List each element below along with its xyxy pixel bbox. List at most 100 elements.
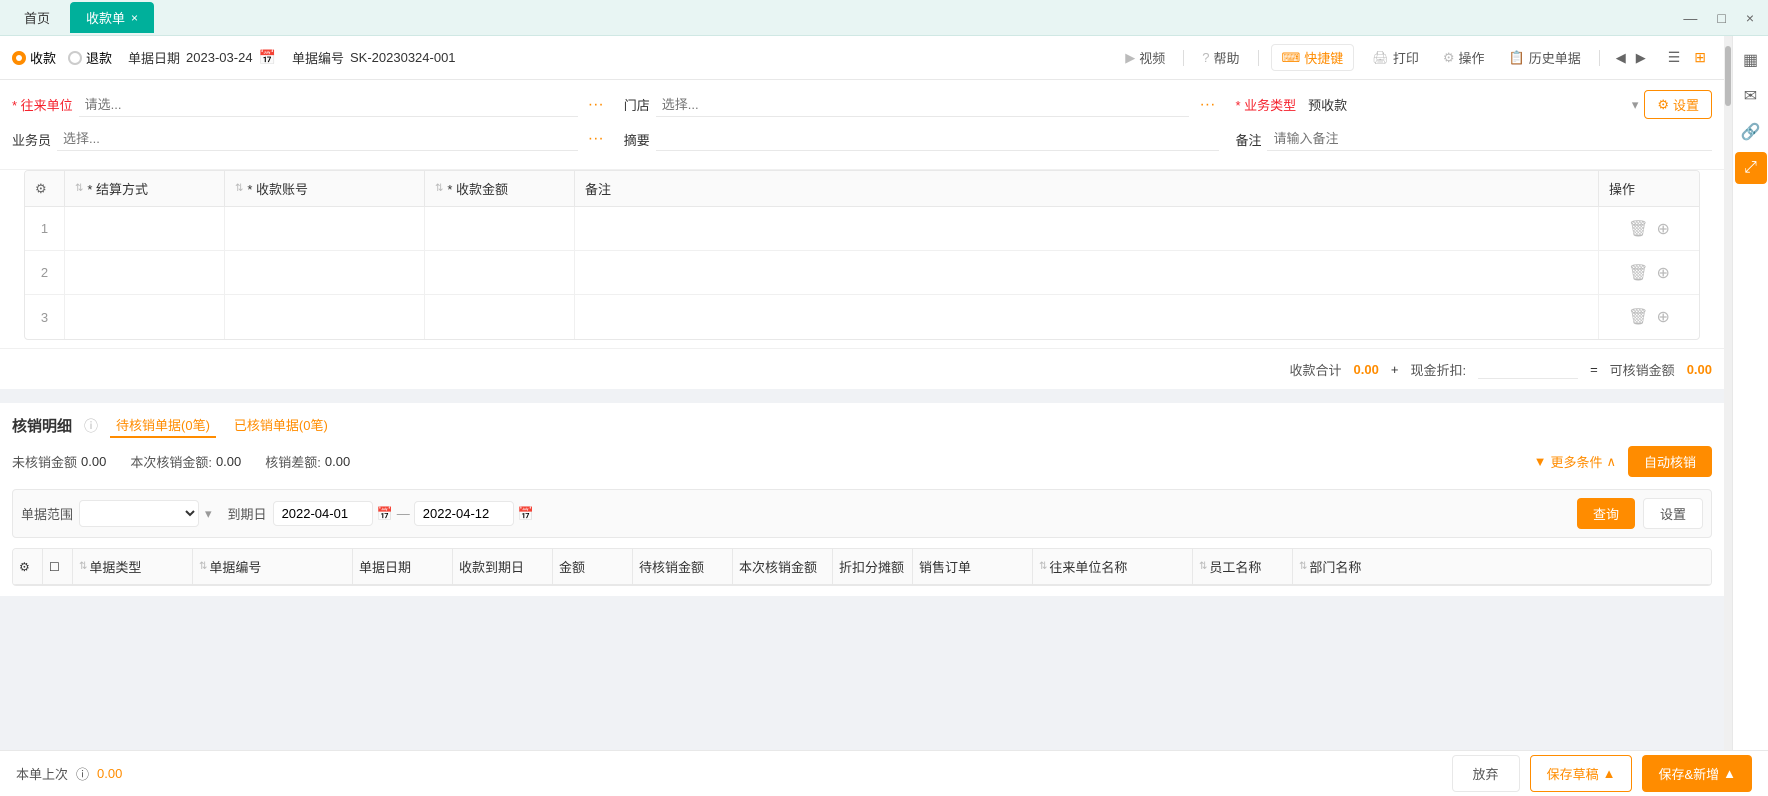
- done-tab[interactable]: 已核销单据(0笔): [228, 413, 334, 438]
- tab-home[interactable]: 首页: [8, 2, 66, 33]
- pending-tab[interactable]: 待核销单据(0笔): [110, 413, 216, 438]
- tab-active[interactable]: 收款单 ×: [70, 2, 154, 33]
- col-amount-label: * 收款金额: [447, 179, 508, 198]
- save-new-arrow[interactable]: ▲: [1723, 766, 1736, 781]
- close-btn[interactable]: ×: [1740, 8, 1760, 28]
- td-amount-3[interactable]: [425, 295, 575, 339]
- store-more-btn[interactable]: ···: [1195, 96, 1219, 114]
- number-value[interactable]: SK-20230324-001: [350, 50, 456, 65]
- scroll-thumb[interactable]: [1725, 46, 1731, 106]
- discard-btn[interactable]: 放弃: [1452, 755, 1520, 792]
- detail-th-gear[interactable]: ⚙: [13, 549, 43, 584]
- range-dropdown-icon[interactable]: ▾: [205, 506, 212, 522]
- settings-button[interactable]: ⚙ 设置: [1644, 90, 1712, 119]
- operate-btn[interactable]: ⚙ 操作: [1437, 46, 1491, 69]
- search-action-btns: 查询 设置: [1577, 498, 1703, 529]
- table-gear-header[interactable]: ⚙: [25, 171, 65, 206]
- form-row-1: * 往来单位 ··· 门店 ··· * 业务类型 预收款 ▾ ⚙ 设置: [12, 90, 1712, 119]
- range-select[interactable]: [79, 500, 199, 527]
- help-label: 帮助: [1214, 48, 1240, 67]
- layout-grid-btn[interactable]: ⊞: [1688, 47, 1712, 68]
- sort-icon-number[interactable]: ⇅: [199, 561, 207, 572]
- business-type-dropdown-icon[interactable]: ▾: [1632, 97, 1639, 113]
- prev-btn[interactable]: ◀: [1612, 48, 1630, 68]
- sort-icon-counterpart[interactable]: ⇅: [1039, 561, 1047, 572]
- td-remark-2[interactable]: [575, 251, 1599, 294]
- maximize-btn[interactable]: □: [1711, 8, 1731, 28]
- bottom-info-icon[interactable]: ⓘ: [76, 764, 89, 783]
- copy-icon-3[interactable]: ⊕: [1656, 307, 1669, 327]
- table-row: 1 🗑 ⊕: [25, 207, 1699, 251]
- td-settlement-2[interactable]: [65, 251, 225, 294]
- help-btn[interactable]: ? 帮助: [1196, 46, 1245, 69]
- business-type-value[interactable]: 预收款: [1302, 91, 1626, 118]
- staff-more-btn[interactable]: ···: [584, 130, 608, 148]
- sort-icon-amount[interactable]: ⇅: [435, 183, 443, 194]
- store-input[interactable]: [656, 93, 1190, 117]
- discount-input[interactable]: [1478, 359, 1578, 379]
- tab-bar: 首页 收款单 × — □ ×: [0, 0, 1768, 36]
- th-action: 操作: [1599, 171, 1699, 206]
- radio-shou[interactable]: 收款: [12, 48, 56, 67]
- td-amount-1[interactable]: [425, 207, 575, 250]
- sort-icon-account[interactable]: ⇅: [235, 183, 243, 194]
- copy-icon-2[interactable]: ⊕: [1656, 263, 1669, 283]
- sidebar-table-icon[interactable]: ▦: [1735, 44, 1767, 76]
- col-counterpart-label: 往来单位名称: [1049, 557, 1127, 576]
- current-ver-value: 0.00: [216, 454, 241, 469]
- auto-verify-btn[interactable]: 自动核销: [1628, 446, 1712, 477]
- delete-icon-3[interactable]: 🗑: [1628, 307, 1648, 327]
- sort-icon-type[interactable]: ⇅: [79, 561, 87, 572]
- detail-th-check[interactable]: ☐: [43, 549, 73, 584]
- date-to-input[interactable]: [414, 501, 514, 526]
- sidebar-mail-icon[interactable]: ✉: [1735, 80, 1767, 112]
- date-value[interactable]: 2023-03-24: [186, 50, 253, 65]
- copy-icon-1[interactable]: ⊕: [1656, 219, 1669, 239]
- remark-input[interactable]: [1267, 127, 1712, 151]
- td-account-1[interactable]: [225, 207, 425, 250]
- form-row-2: 业务员 ··· 摘要 备注: [12, 127, 1712, 151]
- remark-label: 备注: [1235, 130, 1261, 149]
- sort-icon-dept[interactable]: ⇅: [1299, 561, 1307, 572]
- td-remark-3[interactable]: [575, 295, 1599, 339]
- td-amount-2[interactable]: [425, 251, 575, 294]
- counterpart-more-btn[interactable]: ···: [584, 96, 608, 114]
- query-btn[interactable]: 查询: [1577, 498, 1635, 529]
- more-conditions-btn[interactable]: ▼ 更多条件 ∧: [1534, 452, 1616, 471]
- next-btn[interactable]: ▶: [1632, 48, 1650, 68]
- shortcut-btn[interactable]: ⌨ 快捷键: [1271, 44, 1355, 71]
- layout-list-btn[interactable]: ☰: [1662, 47, 1687, 68]
- td-account-2[interactable]: [225, 251, 425, 294]
- date-from-input[interactable]: [273, 501, 373, 526]
- video-btn[interactable]: ▶ 视频: [1119, 46, 1171, 69]
- save-draft-btn[interactable]: 保存草稿 ▲: [1530, 755, 1633, 792]
- calendar-from-icon[interactable]: 📅: [377, 506, 393, 522]
- td-settlement-3[interactable]: [65, 295, 225, 339]
- sidebar-clip-icon[interactable]: 🔗: [1735, 116, 1767, 148]
- delete-icon-2[interactable]: 🗑: [1628, 263, 1648, 283]
- info-icon[interactable]: ⓘ: [84, 416, 98, 436]
- minimize-btn[interactable]: —: [1677, 8, 1703, 28]
- save-draft-arrow[interactable]: ▲: [1603, 766, 1616, 781]
- calendar-to-icon[interactable]: 📅: [518, 506, 534, 522]
- sidebar-expand-icon[interactable]: ⤢: [1735, 152, 1767, 184]
- operate-icon: ⚙: [1443, 50, 1455, 66]
- save-new-btn[interactable]: 保存&新增 ▲: [1642, 755, 1752, 792]
- sort-icon-staff[interactable]: ⇅: [1199, 561, 1207, 572]
- td-settlement-1[interactable]: [65, 207, 225, 250]
- td-remark-1[interactable]: [575, 207, 1599, 250]
- business-type-label: * 业务类型: [1235, 95, 1296, 114]
- summary-input[interactable]: [656, 127, 1220, 151]
- history-btn[interactable]: 📋 历史单据: [1503, 46, 1587, 69]
- radio-tui[interactable]: 退款: [68, 48, 112, 67]
- sort-icon-settlement[interactable]: ⇅: [75, 183, 83, 194]
- staff-input[interactable]: [57, 127, 578, 151]
- td-account-3[interactable]: [225, 295, 425, 339]
- detail-settings-btn[interactable]: 设置: [1643, 498, 1703, 529]
- tab-close-btn[interactable]: ×: [131, 11, 138, 25]
- counterpart-input[interactable]: [79, 93, 578, 117]
- right-sidebar: ▦ ✉ 🔗 ⤢: [1732, 36, 1768, 750]
- calendar-icon[interactable]: 📅: [259, 49, 276, 66]
- delete-icon-1[interactable]: 🗑: [1628, 219, 1648, 239]
- print-btn[interactable]: 🖨 打印: [1366, 46, 1425, 69]
